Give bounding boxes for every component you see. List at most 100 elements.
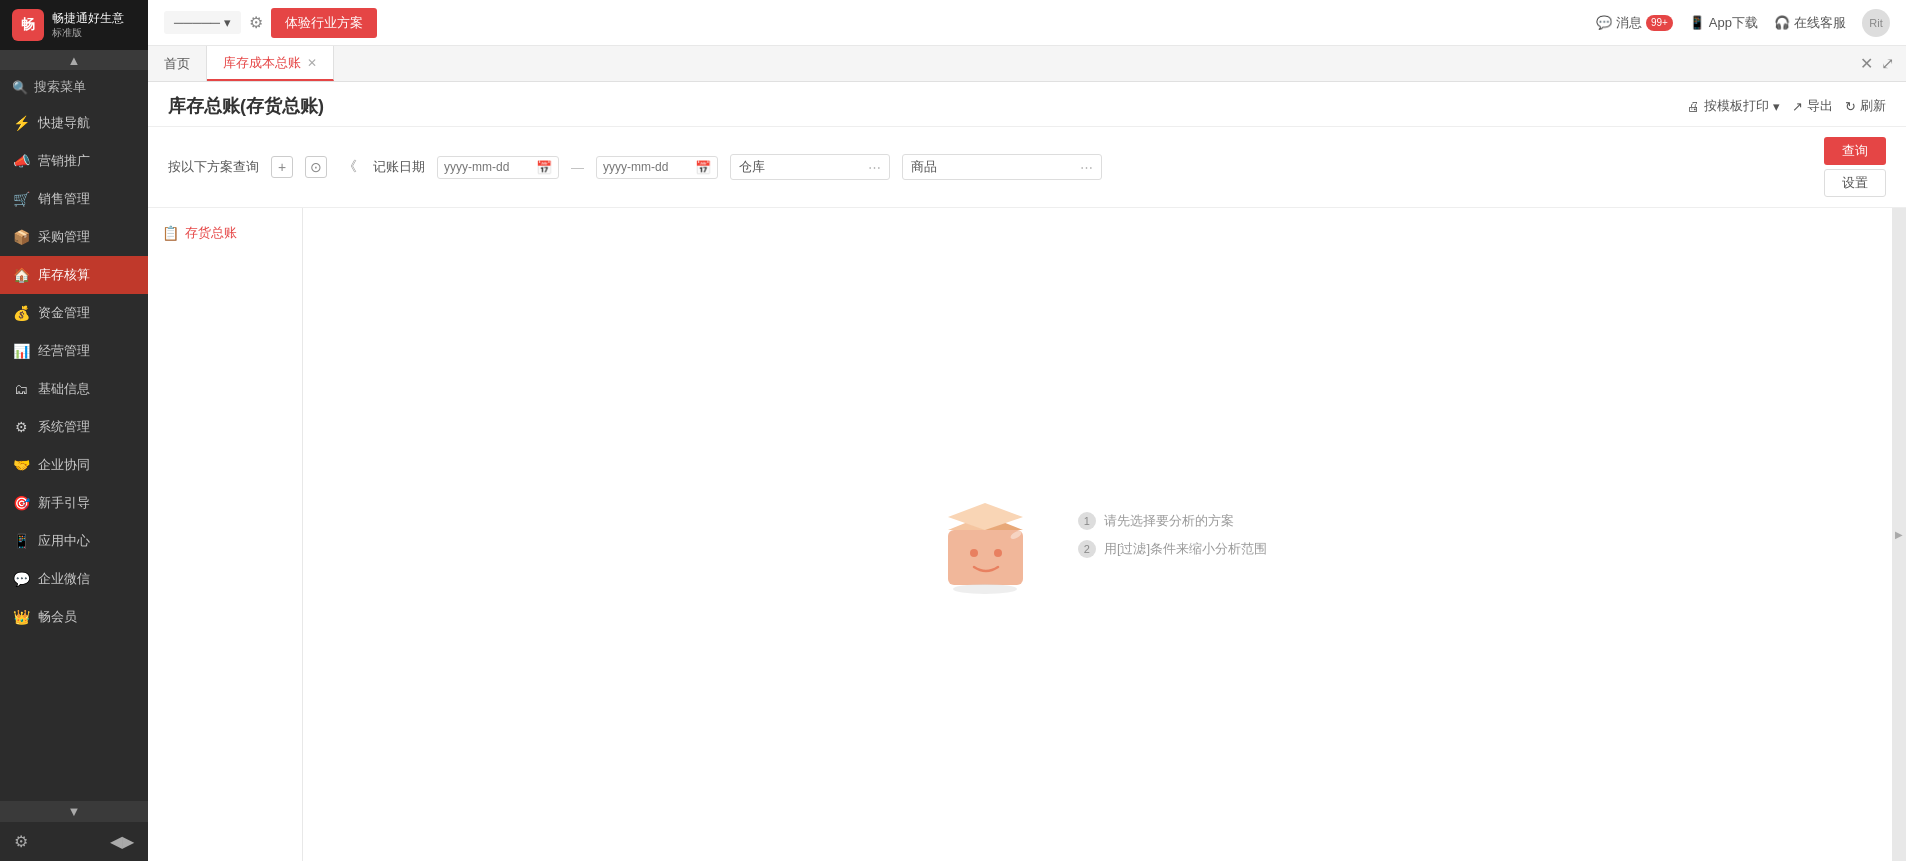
gear-icon[interactable]: ⚙	[249, 13, 263, 32]
svg-point-5	[994, 549, 1002, 557]
sidebar-scroll-down[interactable]: ▼	[0, 801, 148, 821]
appcenter-icon: 📱	[12, 532, 30, 550]
app-download-btn[interactable]: 📱 App下载	[1689, 14, 1758, 32]
tab-actions-area: ✕ ⤢	[1860, 54, 1906, 73]
topbar-left: ───── ▾ ⚙ 体验行业方案	[164, 8, 1584, 38]
sidebar-item-coop[interactable]: 🤝 企业协同	[0, 446, 148, 484]
settings-icon[interactable]: ⚙	[14, 832, 28, 851]
messages-btn[interactable]: 💬 消息 99+	[1596, 14, 1673, 32]
product-filter[interactable]: 商品 ⋯	[902, 154, 1102, 180]
product-more-icon[interactable]: ⋯	[1080, 160, 1093, 175]
page-header: 库存总账(存货总账) 🖨 按模板打印 ▾ ↗ 导出 ↻ 刷新	[148, 82, 1906, 127]
date-separator: —	[571, 160, 584, 175]
panel-close-icon[interactable]: ✕	[1860, 54, 1873, 73]
right-panel-hint[interactable]: ▶	[1892, 208, 1906, 861]
industry-btn[interactable]: 体验行业方案	[271, 8, 377, 38]
page-content: 库存总账(存货总账) 🖨 按模板打印 ▾ ↗ 导出 ↻ 刷新 按以下方案查询	[148, 82, 1906, 861]
search-icon: 🔍	[12, 80, 28, 95]
svg-point-4	[970, 549, 978, 557]
sidebar-item-finance[interactable]: 💰 资金管理	[0, 294, 148, 332]
step-1-icon: 1	[1078, 512, 1096, 530]
filter-add-btn[interactable]: +	[271, 156, 293, 178]
date-from-input[interactable]	[444, 160, 532, 174]
tab-inventory-ledger-label: 库存成本总账	[223, 54, 301, 72]
scheme-panel: 📋 存货总账	[148, 208, 303, 861]
warehouse-more-icon[interactable]: ⋯	[868, 160, 881, 175]
sidebar-item-member[interactable]: 👑 畅会员	[0, 598, 148, 636]
tabbar: 首页 库存成本总账 ✕ ✕ ⤢	[148, 46, 1906, 82]
sidebar-item-basics[interactable]: 🗂 基础信息	[0, 370, 148, 408]
date-label: 记账日期	[373, 158, 425, 176]
export-btn[interactable]: ↗ 导出	[1792, 97, 1833, 115]
sidebar-item-sales[interactable]: 🛒 销售管理	[0, 180, 148, 218]
refresh-btn[interactable]: ↻ 刷新	[1845, 97, 1886, 115]
sidebar-item-purchase[interactable]: 📦 采购管理	[0, 218, 148, 256]
guide-icon: 🎯	[12, 494, 30, 512]
empty-inner: 1 请先选择要分析的方案 2 用[过滤]条件来缩小分析范围	[928, 475, 1267, 595]
scheme-item-label: 存货总账	[185, 224, 237, 242]
filter-scheme-btn[interactable]: ⊙	[305, 156, 327, 178]
sidebar-item-quick-nav[interactable]: ⚡ 快捷导航	[0, 104, 148, 142]
scheme-dropdown-icon: ▾	[224, 15, 231, 30]
scheme-item-inventory-total[interactable]: 📋 存货总账	[148, 216, 302, 250]
main-area: ───── ▾ ⚙ 体验行业方案 💬 消息 99+ 📱 App下载 🎧 在线客服	[148, 0, 1906, 861]
date-to-input[interactable]	[603, 160, 691, 174]
empty-state: 1 请先选择要分析的方案 2 用[过滤]条件来缩小分析范围	[303, 208, 1892, 861]
calendar-to-icon[interactable]: 📅	[695, 160, 711, 175]
app-logo: 畅 畅捷通好生意 标准版	[0, 0, 148, 50]
sidebar-item-operations[interactable]: 📊 经营管理	[0, 332, 148, 370]
user-profile[interactable]: Rit	[1862, 9, 1890, 37]
empty-hint-1: 1 请先选择要分析的方案	[1078, 512, 1267, 530]
print-dropdown-icon: ▾	[1773, 99, 1780, 114]
sidebar-item-inventory[interactable]: 🏠 库存核算	[0, 256, 148, 294]
calendar-from-icon[interactable]: 📅	[536, 160, 552, 175]
empty-illustration	[928, 475, 1048, 595]
wecom-icon: 💬	[12, 570, 30, 588]
tab-close-icon[interactable]: ✕	[307, 56, 317, 70]
filter-collapse-btn[interactable]: 《	[339, 156, 361, 178]
empty-svg	[928, 475, 1048, 595]
toggle-sidebar-icon[interactable]: ◀▶	[110, 832, 134, 851]
date-from-input-wrap: 📅	[437, 156, 559, 179]
logo-icon: 畅	[12, 9, 44, 41]
date-to-input-wrap: 📅	[596, 156, 718, 179]
filter-label: 按以下方案查询	[168, 158, 259, 176]
tab-inventory-ledger[interactable]: 库存成本总账 ✕	[207, 46, 334, 81]
settings-btn[interactable]: 设置	[1824, 169, 1886, 197]
scheme-label: ─────	[174, 15, 220, 30]
sidebar-item-wecom[interactable]: 💬 企业微信	[0, 560, 148, 598]
warehouse-filter[interactable]: 仓库 ⋯	[730, 154, 890, 180]
phone-icon: 📱	[1689, 15, 1705, 30]
panel-resize-icon[interactable]: ⤢	[1881, 54, 1894, 73]
product-label: 商品	[911, 158, 937, 176]
sidebar-item-system[interactable]: ⚙ 系统管理	[0, 408, 148, 446]
inventory-icon: 🏠	[12, 266, 30, 284]
sidebar-search[interactable]: 🔍 搜索菜单	[0, 70, 148, 104]
headset-icon: 🎧	[1774, 15, 1790, 30]
operations-icon: 📊	[12, 342, 30, 360]
empty-text-list: 1 请先选择要分析的方案 2 用[过滤]条件来缩小分析范围	[1078, 512, 1267, 558]
logo-text-block: 畅捷通好生意 标准版	[52, 10, 124, 41]
marketing-icon: 📣	[12, 152, 30, 170]
refresh-icon: ↻	[1845, 99, 1856, 114]
topbar: ───── ▾ ⚙ 体验行业方案 💬 消息 99+ 📱 App下载 🎧 在线客服	[148, 0, 1906, 46]
sidebar-item-guide[interactable]: 🎯 新手引导	[0, 484, 148, 522]
filter-area: 按以下方案查询 + ⊙ 《 记账日期 📅 — 📅 仓库 ⋯ 商品 ⋯	[148, 127, 1906, 208]
tab-home[interactable]: 首页	[148, 46, 207, 81]
sidebar-nav: ⚡ 快捷导航 📣 营销推广 🛒 销售管理 📦 采购管理 🏠 库存核算 💰 资金管…	[0, 104, 148, 801]
message-badge: 99+	[1646, 15, 1673, 31]
scheme-selector[interactable]: ───── ▾	[164, 11, 241, 34]
tab-home-label: 首页	[164, 55, 190, 73]
system-icon: ⚙	[12, 418, 30, 436]
sidebar: 畅 畅捷通好生意 标准版 ▲ 🔍 搜索菜单 ⚡ 快捷导航 📣 营销推广 🛒 销售…	[0, 0, 148, 861]
online-service-btn[interactable]: 🎧 在线客服	[1774, 14, 1846, 32]
sidebar-item-marketing[interactable]: 📣 营销推广	[0, 142, 148, 180]
page-title: 库存总账(存货总账)	[168, 94, 324, 118]
scheme-item-icon: 📋	[162, 225, 179, 241]
print-btn[interactable]: 🖨 按模板打印 ▾	[1687, 97, 1780, 115]
sidebar-scroll-up[interactable]: ▲	[0, 50, 148, 70]
query-btn[interactable]: 查询	[1824, 137, 1886, 165]
export-icon: ↗	[1792, 99, 1803, 114]
sidebar-item-appcenter[interactable]: 📱 应用中心	[0, 522, 148, 560]
quick-nav-icon: ⚡	[12, 114, 30, 132]
